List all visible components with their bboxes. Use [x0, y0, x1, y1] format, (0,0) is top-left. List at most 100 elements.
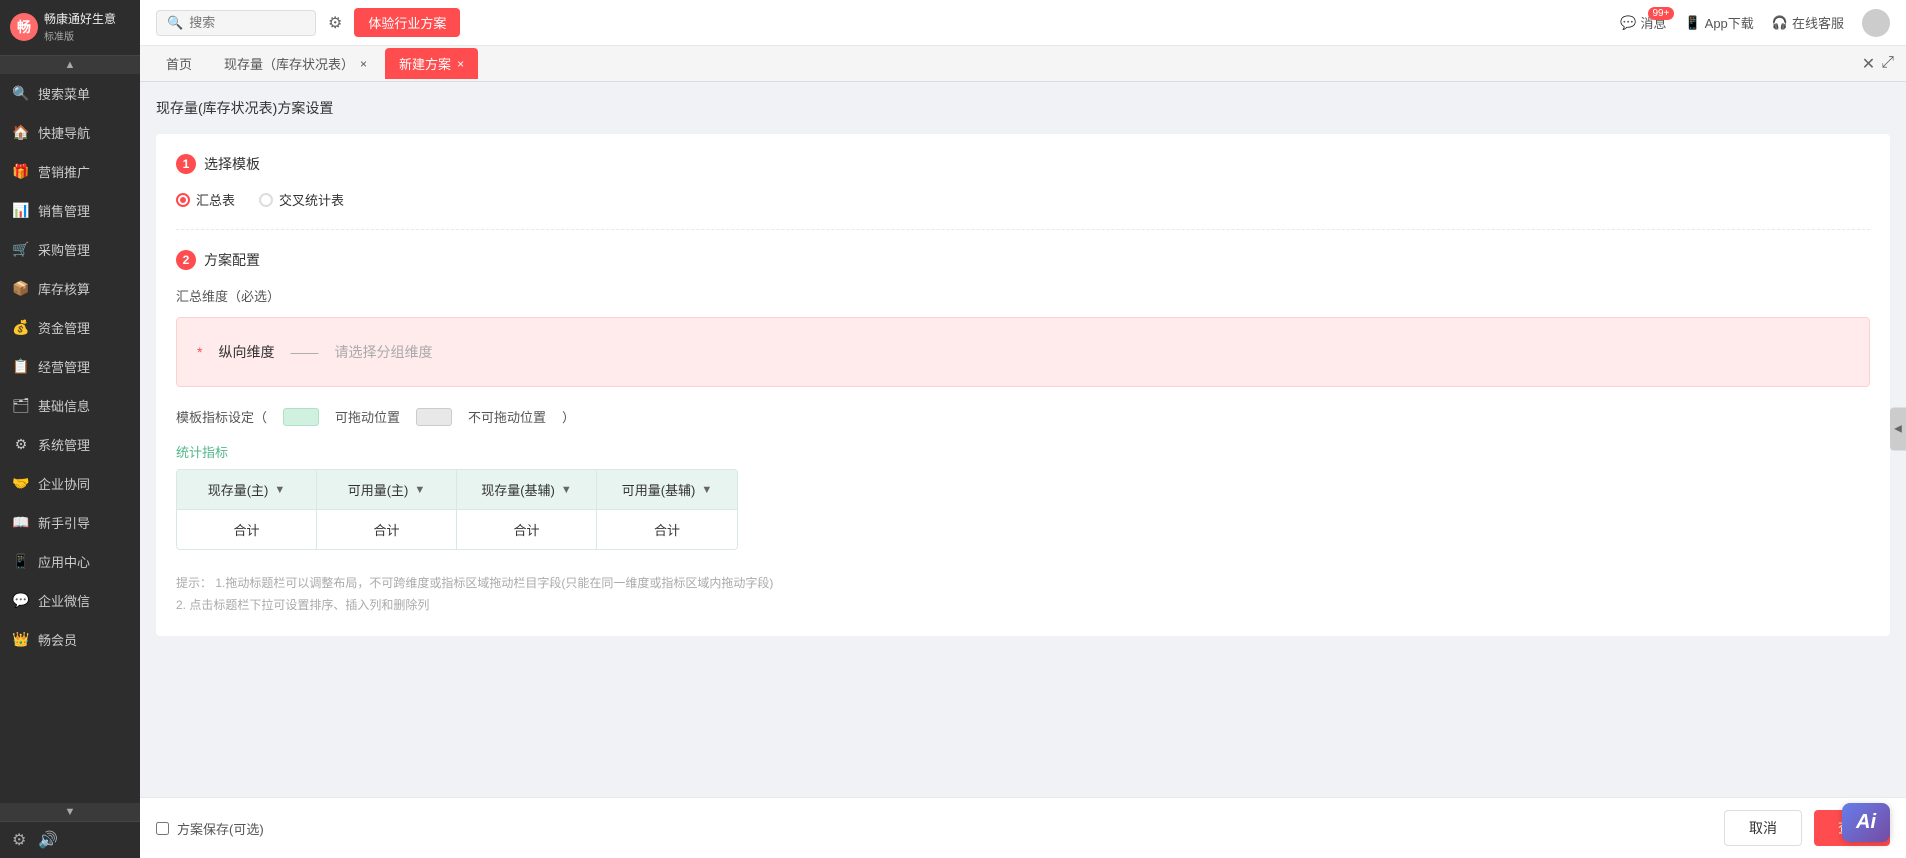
col-cell-3: 合计	[597, 510, 737, 549]
user-avatar[interactable]	[1862, 9, 1890, 37]
sidebar-bottom: ⚙ 🔊	[0, 821, 140, 858]
template-options: 汇总表 交叉统计表	[176, 190, 1870, 230]
wechat-icon: 💬	[12, 591, 30, 609]
cancel-button[interactable]: 取消	[1724, 810, 1802, 846]
tab-home[interactable]: 首页	[152, 48, 206, 79]
gear-icon[interactable]: ⚙	[328, 13, 342, 33]
search-input[interactable]	[189, 15, 305, 30]
app-name: 畅康通好生意	[44, 12, 116, 28]
online-service-button[interactable]: 🎧 在线客服	[1772, 13, 1844, 32]
coop-icon: 🤝	[12, 474, 30, 492]
dimension-area[interactable]: * 纵向维度 —— 请选择分组维度	[176, 317, 1870, 387]
member-icon: 👑	[12, 630, 30, 648]
tab-new-plan-close[interactable]: ×	[457, 57, 464, 71]
indicator-bracket: ）	[562, 407, 575, 426]
sidebar-item-label: 企业微信	[38, 591, 90, 610]
sidebar-item-label: 采购管理	[38, 240, 90, 259]
sales-icon: 📊	[12, 201, 30, 219]
radio-cross-circle	[259, 193, 273, 207]
sidebar-item-purchase[interactable]: 🛒 采购管理	[0, 230, 140, 269]
radio-cross[interactable]: 交叉统计表	[259, 190, 344, 209]
right-collapse-handle[interactable]: ◀	[1890, 408, 1906, 451]
sidebar-item-label: 资金管理	[38, 318, 90, 337]
col-header-0[interactable]: 现存量(主) ▼	[177, 470, 317, 509]
chevron-down-icon-2: ▼	[561, 484, 572, 496]
col-header-label-1: 可用量(主)	[348, 480, 409, 499]
tab-new-plan-label: 新建方案	[399, 54, 451, 73]
info-icon: 🗂	[12, 396, 30, 414]
page-title: 现存量(库存状况表)方案设置	[156, 98, 1890, 118]
gift-icon: 🎁	[12, 162, 30, 180]
sidebar-item-label: 系统管理	[38, 435, 90, 454]
industry-plan-button[interactable]: 体验行业方案	[354, 8, 460, 37]
tab-inventory-status[interactable]: 现存量（库存状况表） ×	[210, 48, 381, 79]
message-button[interactable]: 💬 消息 99+	[1620, 13, 1666, 32]
sidebar-scroll-up[interactable]: ▲	[0, 56, 140, 74]
tabs-bar: 首页 现存量（库存状况表） × 新建方案 × ✕ ⤢	[140, 46, 1906, 82]
radio-summary-circle	[176, 193, 190, 207]
tips-section: 提示： 1.拖动标题栏可以调整布局，不可跨维度或指标区域拖动栏目字段(只能在同一…	[176, 573, 1870, 616]
dimension-required: *	[197, 344, 202, 360]
sidebar-item-guide[interactable]: 📖 新手引导	[0, 503, 140, 542]
ops-icon: 📋	[12, 357, 30, 375]
sidebar-item-basic-info[interactable]: 🗂 基础信息	[0, 386, 140, 425]
sidebar-scroll-down[interactable]: ▼	[0, 803, 140, 821]
sidebar-item-inventory[interactable]: 📦 库存核算	[0, 269, 140, 308]
step2-header: 2 方案配置	[176, 250, 1870, 270]
sidebar: 畅 畅康通好生意 标准版 ▲ 🔍 搜索菜单 🏠 快捷导航 🎁 营销推广 📊 销售…	[0, 0, 140, 858]
home-icon: 🏠	[12, 123, 30, 141]
app-logo: 畅 畅康通好生意 标准版	[0, 0, 140, 56]
headset-icon: 🎧	[1772, 15, 1788, 31]
sidebar-item-search-menu[interactable]: 🔍 搜索菜单	[0, 74, 140, 113]
col-header-label-3: 可用量(基辅)	[622, 480, 696, 499]
fixed-badge	[416, 408, 452, 426]
stats-table-header: 现存量(主) ▼ 可用量(主) ▼ 现存量(基辅) ▼ 可用量(基辅) ▼	[177, 470, 737, 509]
sidebar-item-member[interactable]: 👑 畅会员	[0, 620, 140, 659]
app-download-button[interactable]: 📱 App下载	[1684, 13, 1753, 32]
col-header-1[interactable]: 可用量(主) ▼	[317, 470, 457, 509]
sidebar-item-label: 企业协同	[38, 474, 90, 493]
sidebar-item-label: 库存核算	[38, 279, 90, 298]
sidebar-item-cooperation[interactable]: 🤝 企业协同	[0, 464, 140, 503]
sidebar-item-marketing[interactable]: 🎁 营销推广	[0, 152, 140, 191]
message-badge: 99+	[1648, 7, 1675, 20]
logo-icon: 畅	[10, 13, 38, 41]
save-checkbox[interactable]: 方案保存(可选)	[156, 819, 264, 838]
save-checkbox-input[interactable]	[156, 822, 169, 835]
sound-icon[interactable]: 🔊	[38, 830, 58, 850]
search-bar[interactable]: 🔍	[156, 10, 316, 36]
sidebar-item-sales[interactable]: 📊 销售管理	[0, 191, 140, 230]
main-area: 🔍 ⚙ 体验行业方案 💬 消息 99+ 📱 App下载 🎧 在线客服 首页	[140, 0, 1906, 858]
plan-settings-card: 1 选择模板 汇总表 交叉统计表 2 方案配置	[156, 134, 1890, 636]
col-header-2[interactable]: 现存量(基辅) ▼	[457, 470, 597, 509]
tab-new-plan[interactable]: 新建方案 ×	[385, 48, 478, 79]
dimension-dash: ——	[290, 344, 318, 360]
tab-inventory-label: 现存量（库存状况表）	[224, 54, 354, 73]
sidebar-item-finance[interactable]: 💰 资金管理	[0, 308, 140, 347]
settings-icon[interactable]: ⚙	[12, 830, 26, 850]
sidebar-item-system[interactable]: ⚙ 系统管理	[0, 425, 140, 464]
close-modal-icon[interactable]: ✕	[1862, 54, 1875, 74]
ai-badge[interactable]: Ai	[1842, 803, 1890, 842]
search-icon: 🔍	[167, 15, 183, 31]
sidebar-item-label: 营销推广	[38, 162, 90, 181]
draggable-label: 可拖动位置	[335, 407, 400, 426]
col-cell-2: 合计	[457, 510, 597, 549]
chevron-down-icon-3: ▼	[701, 484, 712, 496]
col-header-3[interactable]: 可用量(基辅) ▼	[597, 470, 737, 509]
app-download-label: App下载	[1705, 13, 1754, 32]
sidebar-item-app-center[interactable]: 📱 应用中心	[0, 542, 140, 581]
col-header-label-0: 现存量(主)	[208, 480, 269, 499]
sidebar-item-label: 新手引导	[38, 513, 90, 532]
sidebar-item-wechat[interactable]: 💬 企业微信	[0, 581, 140, 620]
sidebar-item-quick-nav[interactable]: 🏠 快捷导航	[0, 113, 140, 152]
radio-cross-label: 交叉统计表	[279, 190, 344, 209]
finance-icon: 💰	[12, 318, 30, 336]
dimension-placeholder: 请选择分组维度	[334, 342, 432, 362]
tab-inventory-close[interactable]: ×	[360, 57, 367, 71]
sidebar-item-operations[interactable]: 📋 经营管理	[0, 347, 140, 386]
fixed-label: 不可拖动位置	[468, 407, 546, 426]
expand-icon[interactable]: ⤢	[1881, 54, 1894, 74]
radio-summary[interactable]: 汇总表	[176, 190, 235, 209]
sidebar-nav: 🔍 搜索菜单 🏠 快捷导航 🎁 营销推广 📊 销售管理 🛒 采购管理 📦 库存核…	[0, 74, 140, 803]
